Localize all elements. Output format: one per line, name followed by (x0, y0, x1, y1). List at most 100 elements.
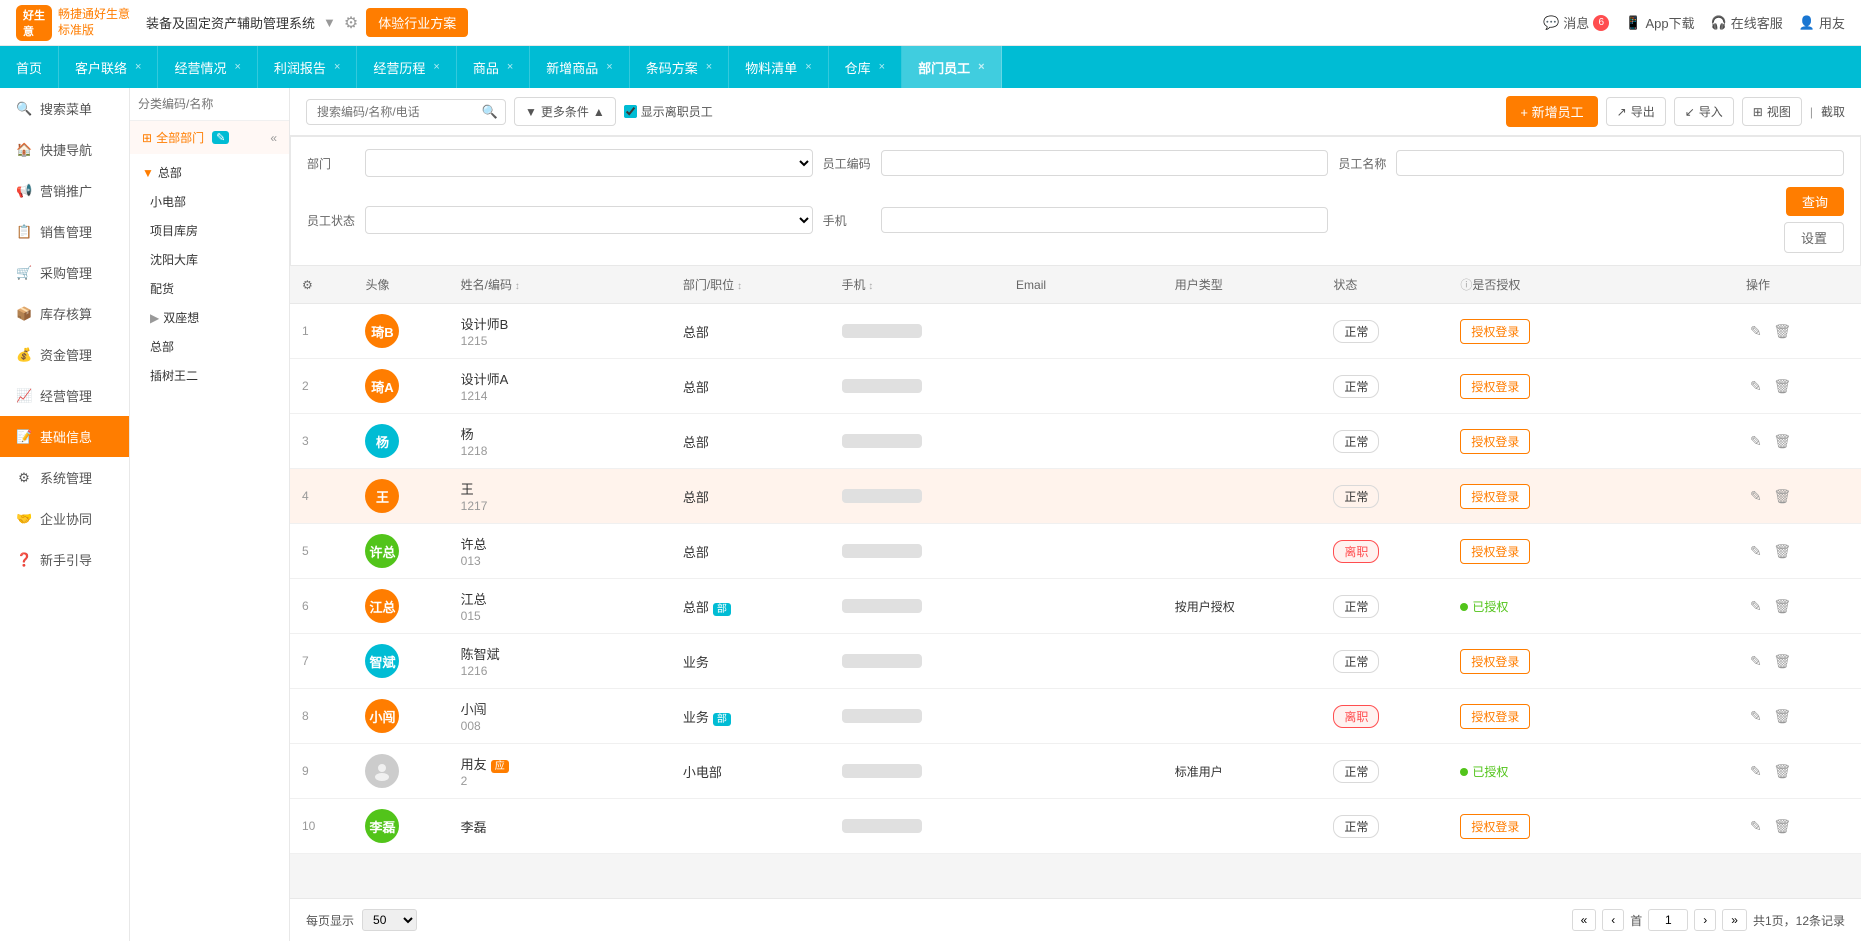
close-icon[interactable]: × (706, 61, 712, 73)
edit-btn[interactable]: ✎ (1746, 596, 1766, 617)
tab-operation[interactable]: 经营情况 × (158, 46, 257, 88)
sidebar-item-finance[interactable]: 💰 资金管理 (0, 334, 129, 375)
dept-node-shenyang[interactable]: 沈阳大库 (130, 245, 289, 274)
sidebar-item-search[interactable]: 🔍 搜索菜单 (0, 88, 129, 129)
close-icon[interactable]: × (507, 61, 513, 73)
show-resigned-checkbox[interactable] (624, 105, 637, 118)
dept-node-project[interactable]: 项目库房 (130, 216, 289, 245)
close-icon[interactable]: × (879, 61, 885, 73)
add-employee-button[interactable]: + 新增员工 (1506, 96, 1597, 127)
phone-input[interactable] (881, 207, 1329, 233)
experience-button[interactable]: 体验行业方案 (366, 8, 468, 37)
auth-btn[interactable]: 授权登录 (1460, 484, 1530, 509)
col-settings[interactable]: ⚙ (290, 266, 353, 304)
tab-journey[interactable]: 经营历程 × (357, 46, 456, 88)
edit-btn[interactable]: ✎ (1746, 761, 1766, 782)
delete-btn[interactable]: 🗑 (1769, 816, 1795, 837)
delete-btn[interactable]: 🗑 (1769, 706, 1795, 727)
delete-btn[interactable]: 🗑 (1769, 376, 1795, 397)
view-button[interactable]: ⊞ 视图 (1742, 97, 1802, 126)
last-page-btn[interactable]: » (1722, 909, 1747, 931)
dropdown-icon[interactable]: ▼ (323, 15, 336, 30)
dept-node-double[interactable]: ▶ 双座想 (130, 303, 289, 332)
edit-btn[interactable]: ✎ (1746, 706, 1766, 727)
dept-node-insert[interactable]: 插树王二 (130, 361, 289, 390)
col-auth[interactable]: ⓘ是否授权 (1448, 266, 1638, 304)
edit-btn[interactable]: ✎ (1746, 431, 1766, 452)
close-icon[interactable]: × (805, 61, 811, 73)
per-page-select[interactable]: 50 100 (362, 909, 417, 931)
sidebar-item-collab[interactable]: 🤝 企业协同 (0, 498, 129, 539)
auth-btn[interactable]: 授权登录 (1460, 649, 1530, 674)
sidebar-item-marketing[interactable]: 📢 营销推广 (0, 170, 129, 211)
delete-btn[interactable]: 🗑 (1769, 486, 1795, 507)
close-icon[interactable]: × (135, 61, 141, 73)
filter-btn[interactable]: ▼ 更多条件 ▲ (514, 97, 616, 126)
close-icon[interactable]: × (334, 61, 340, 73)
tab-profit[interactable]: 利润报告 × (258, 46, 357, 88)
tab-material[interactable]: 物料清单 × (729, 46, 828, 88)
emp-status-select[interactable] (365, 206, 813, 234)
search-icon[interactable]: 🔍 (482, 104, 498, 120)
emp-name-input[interactable] (1396, 150, 1844, 176)
delete-btn[interactable]: 🗑 (1769, 541, 1795, 562)
edit-btn[interactable]: ✎ (1746, 486, 1766, 507)
sidebar-item-basic[interactable]: 📝 基础信息 (0, 416, 129, 457)
user-btn[interactable]: 👤 用友 (1799, 13, 1845, 32)
close-icon[interactable]: × (234, 61, 240, 73)
show-resigned-label[interactable]: 显示离职员工 (624, 103, 713, 120)
edit-btn[interactable]: ✎ (1746, 651, 1766, 672)
next-page-btn[interactable]: › (1694, 909, 1716, 931)
sidebar-item-purchase[interactable]: 🛒 采购管理 (0, 252, 129, 293)
message-btn[interactable]: 💬 消息 6 (1543, 13, 1609, 32)
dept-filter-select[interactable] (365, 149, 813, 177)
sidebar-item-inventory[interactable]: 📦 库存核算 (0, 293, 129, 334)
edit-btn[interactable]: ✎ (1746, 816, 1766, 837)
delete-btn[interactable]: 🗑 (1769, 431, 1795, 452)
tab-barcode[interactable]: 条码方案 × (630, 46, 729, 88)
settings-icon[interactable]: ⚙ (344, 13, 358, 33)
auth-btn[interactable]: 授权登录 (1460, 429, 1530, 454)
close-icon[interactable]: × (433, 61, 439, 73)
dept-header[interactable]: ⊞ 全部部门 ✎ « (130, 121, 289, 154)
close-icon[interactable]: × (978, 61, 984, 73)
dept-node-delivery[interactable]: 配货 (130, 274, 289, 303)
edit-btn[interactable]: ✎ (1746, 321, 1766, 342)
auth-btn[interactable]: 授权登录 (1460, 319, 1530, 344)
sidebar-item-biz[interactable]: 📈 经营管理 (0, 375, 129, 416)
prev-page-btn[interactable]: ‹ (1602, 909, 1624, 931)
auth-btn[interactable]: 授权登录 (1460, 374, 1530, 399)
delete-btn[interactable]: 🗑 (1769, 651, 1795, 672)
auth-btn[interactable]: 授权登录 (1460, 539, 1530, 564)
online-service-btn[interactable]: 🎧 在线客服 (1711, 13, 1783, 32)
search-input[interactable] (306, 99, 506, 125)
tab-department[interactable]: 部门员工 × (902, 46, 1001, 88)
import-button[interactable]: ↙ 导入 (1674, 97, 1734, 126)
export-button[interactable]: ↗ 导出 (1606, 97, 1666, 126)
tab-warehouse[interactable]: 仓库 × (829, 46, 902, 88)
query-button[interactable]: 查询 (1786, 187, 1844, 216)
app-download-btn[interactable]: 📱 App下载 (1625, 13, 1694, 32)
edit-btn[interactable]: ✎ (1746, 376, 1766, 397)
tab-goods[interactable]: 商品 × (457, 46, 530, 88)
set-button[interactable]: 设置 (1784, 222, 1844, 253)
col-dept[interactable]: 部门/职位 (671, 266, 830, 304)
auth-btn[interactable]: 授权登录 (1460, 814, 1530, 839)
emp-code-input[interactable] (881, 150, 1329, 176)
sidebar-item-system[interactable]: ⚙ 系统管理 (0, 457, 129, 498)
collapse-icon[interactable]: « (270, 131, 277, 145)
tab-add-goods[interactable]: 新增商品 × (530, 46, 629, 88)
col-phone[interactable]: 手机 (830, 266, 1005, 304)
dept-search-input[interactable] (138, 97, 290, 111)
delete-btn[interactable]: 🗑 (1769, 596, 1795, 617)
dept-node-electric[interactable]: 小电部 (130, 187, 289, 216)
delete-btn[interactable]: 🗑 (1769, 321, 1795, 342)
col-name[interactable]: 姓名/编码 (449, 266, 671, 304)
edit-btn[interactable]: ✎ (1746, 541, 1766, 562)
tab-customer[interactable]: 客户联络 × (59, 46, 158, 88)
sidebar-item-sales[interactable]: 📋 销售管理 (0, 211, 129, 252)
sidebar-item-quicknav[interactable]: 🏠 快捷导航 (0, 129, 129, 170)
tab-home[interactable]: 首页 (0, 46, 59, 88)
more-btn[interactable]: 截取 (1821, 103, 1845, 120)
dept-node-hq[interactable]: 总部 (130, 332, 289, 361)
